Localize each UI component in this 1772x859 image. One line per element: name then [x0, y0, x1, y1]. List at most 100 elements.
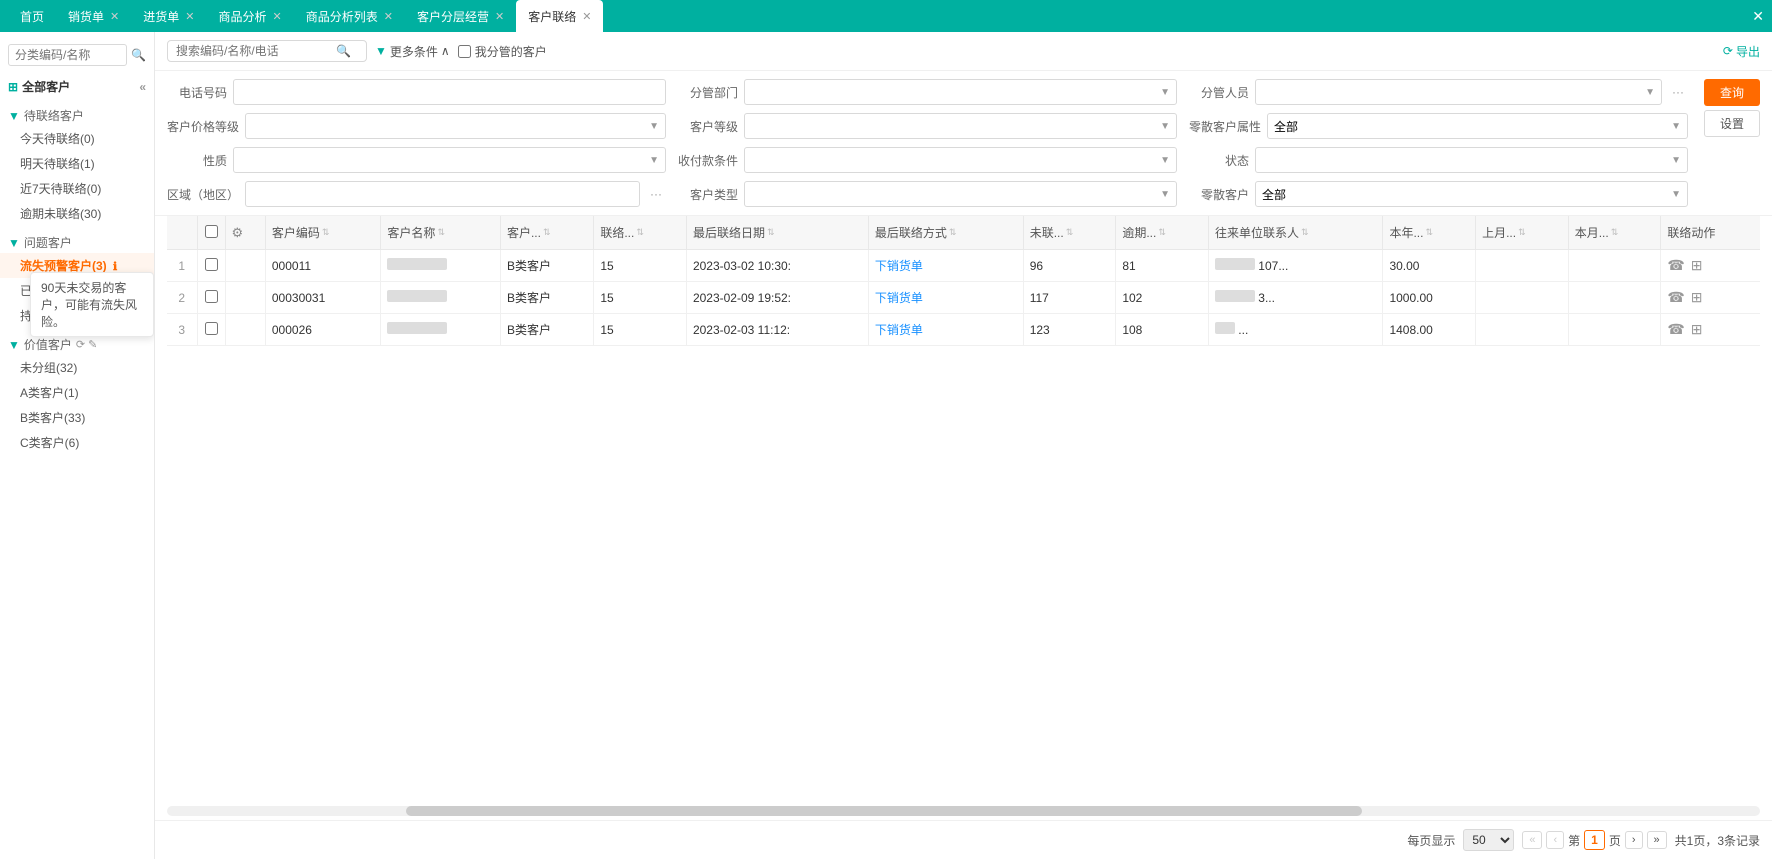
type-sort-icon[interactable]: ⇅: [543, 227, 551, 238]
sidebar-item-overdue[interactable]: 逾期未联络(30): [0, 201, 154, 226]
filter-toggle-btn[interactable]: ▼ 更多条件 ∧: [375, 43, 450, 60]
filter-cust-level-select[interactable]: ▼: [744, 113, 1177, 139]
tab-sales-close[interactable]: ✕: [110, 10, 119, 23]
name-sort-icon[interactable]: ⇅: [437, 227, 445, 238]
tab-sales[interactable]: 销货单 ✕: [56, 0, 131, 32]
total-records-label: 共1页，3条记录: [1675, 832, 1760, 849]
tab-customer-seg-close[interactable]: ✕: [495, 10, 504, 23]
filter-nature-label: 性质: [167, 152, 227, 169]
toolbar-search-box: 🔍: [167, 40, 367, 62]
filter-price-level: 客户价格等级 ▼: [167, 113, 666, 139]
select-all-checkbox[interactable]: [205, 225, 218, 238]
last-page-btn[interactable]: »: [1647, 831, 1667, 849]
page-size-select[interactable]: 50 20 100: [1463, 829, 1514, 851]
tab-purchase-close[interactable]: ✕: [185, 10, 194, 23]
toolbar-search-icon[interactable]: 🔍: [336, 44, 351, 58]
toolbar-search-input[interactable]: [176, 44, 336, 58]
table-container: ⚙ 客户编码⇅ 客户名称⇅ 客户...⇅ 联络...⇅: [155, 216, 1772, 802]
query-button[interactable]: 查询: [1704, 79, 1760, 106]
tab-customer-contact-close[interactable]: ✕: [582, 10, 591, 23]
tab-analysis-list-close[interactable]: ✕: [384, 10, 393, 23]
next-page-btn[interactable]: ›: [1625, 831, 1643, 849]
filter-region-select[interactable]: [245, 181, 640, 207]
th-checkbox: [197, 216, 225, 250]
th-contact: 联络...⇅: [594, 216, 687, 250]
tab-analysis-list[interactable]: 商品分析列表 ✕: [294, 0, 405, 32]
th-settings[interactable]: ⚙: [225, 216, 265, 250]
filter-manager-select[interactable]: ▼: [1255, 79, 1662, 105]
last-date-sort-icon[interactable]: ⇅: [767, 227, 775, 238]
sidebar-item-ungroup[interactable]: 未分组(32): [0, 355, 154, 380]
first-page-btn[interactable]: «: [1522, 831, 1542, 849]
my-customers-checkbox[interactable]: [458, 45, 471, 58]
filter-retail-attr-select[interactable]: 全部 ▼: [1267, 113, 1688, 139]
filter-status-select[interactable]: ▼: [1255, 147, 1688, 173]
table-header-row: ⚙ 客户编码⇅ 客户名称⇅ 客户...⇅ 联络...⇅: [167, 216, 1760, 250]
sidebar-collapse-icon[interactable]: «: [139, 80, 146, 94]
settings-button[interactable]: 设置: [1704, 110, 1760, 137]
overdue-sort-icon[interactable]: ⇅: [1158, 227, 1166, 238]
filter-retail-select[interactable]: 全部 ▼: [1255, 181, 1688, 207]
export-btn[interactable]: ⟳ 导出: [1723, 43, 1760, 60]
window-close-icon[interactable]: ✕: [1752, 8, 1764, 25]
sidebar-value-section: ▼ 价值客户 ⟳ ✎ 未分组(32) A类客户(1) B类客户(33) C类客户…: [0, 332, 154, 455]
all-customers-title[interactable]: ⊞ 全部客户 «: [0, 74, 154, 99]
row2-method-link[interactable]: 下销货单: [875, 291, 923, 305]
row3-method-link[interactable]: 下销货单: [875, 323, 923, 337]
sidebar-search-input[interactable]: [8, 44, 127, 66]
unit-sort-icon[interactable]: ⇅: [1301, 227, 1309, 238]
sidebar-item-7days[interactable]: 近7天待联络(0): [0, 176, 154, 201]
filter-payment-select[interactable]: ▼: [744, 147, 1177, 173]
row3-unit-contact: ...: [1208, 314, 1383, 346]
sidebar-item-class-c[interactable]: C类客户(6): [0, 430, 154, 455]
filter-retail-attr: 零散客户属性 全部 ▼: [1189, 113, 1688, 139]
filter-region-more[interactable]: ···: [646, 187, 666, 201]
last-method-sort-icon[interactable]: ⇅: [949, 227, 957, 238]
row1-checkbox[interactable]: [205, 258, 218, 271]
tab-analysis[interactable]: 商品分析 ✕: [206, 0, 293, 32]
row3-action-phone[interactable]: ☎: [1667, 321, 1684, 338]
tab-customer-seg[interactable]: 客户分层经营 ✕: [405, 0, 516, 32]
code-sort-icon[interactable]: ⇅: [322, 227, 330, 238]
manager-select-arrow: ▼: [1645, 87, 1655, 98]
row3-checkbox[interactable]: [205, 322, 218, 335]
tab-analysis-close[interactable]: ✕: [273, 10, 282, 23]
sidebar-item-class-a[interactable]: A类客户(1): [0, 380, 154, 405]
tab-customer-contact[interactable]: 客户联络 ✕: [516, 0, 603, 32]
filter-nature-select[interactable]: ▼: [233, 147, 666, 173]
row2-action-menu[interactable]: ⊞: [1691, 289, 1703, 306]
filter-phone-input[interactable]: [233, 79, 666, 105]
sidebar-problem-header[interactable]: ▼ 问题客户: [0, 230, 154, 253]
contact-sort-icon[interactable]: ⇅: [636, 227, 644, 238]
row2-action-phone[interactable]: ☎: [1667, 289, 1684, 306]
prev-page-btn[interactable]: ‹: [1546, 831, 1564, 849]
filter-dept-label: 分管部门: [678, 84, 738, 101]
filter-actions: 查询 设置: [1704, 79, 1760, 207]
lmonth-sort-icon[interactable]: ⇅: [1518, 227, 1526, 238]
tab-purchase[interactable]: 进货单 ✕: [131, 0, 206, 32]
table-settings-icon[interactable]: ⚙: [232, 225, 244, 240]
tmonth-sort-icon[interactable]: ⇅: [1611, 227, 1619, 238]
row3-this-month: [1568, 314, 1661, 346]
scrollbar-thumb[interactable]: [406, 806, 1362, 816]
row1-last-month: [1476, 250, 1569, 282]
row1-action-menu[interactable]: ⊞: [1691, 257, 1703, 274]
sidebar-item-class-b[interactable]: B类客户(33): [0, 405, 154, 430]
sidebar-item-today[interactable]: 今天待联络(0): [0, 126, 154, 151]
row3-contact: 15: [594, 314, 687, 346]
sidebar-item-tomorrow[interactable]: 明天待联络(1): [0, 151, 154, 176]
row1-action-phone[interactable]: ☎: [1667, 257, 1684, 274]
horizontal-scrollbar[interactable]: [167, 806, 1760, 816]
row3-action-menu[interactable]: ⊞: [1691, 321, 1703, 338]
row1-method-link[interactable]: 下销货单: [875, 259, 923, 273]
row2-checkbox[interactable]: [205, 290, 218, 303]
filter-price-select[interactable]: ▼: [245, 113, 666, 139]
year-sort-icon[interactable]: ⇅: [1425, 227, 1433, 238]
not-contacted-sort-icon[interactable]: ⇅: [1066, 227, 1074, 238]
filter-cust-type-select[interactable]: ▼: [744, 181, 1177, 207]
filter-manager-more[interactable]: ···: [1668, 85, 1688, 99]
tab-home[interactable]: 首页: [8, 0, 56, 32]
sidebar-pending-header[interactable]: ▼ 待联络客户: [0, 103, 154, 126]
row1-this-month: [1568, 250, 1661, 282]
filter-dept-select[interactable]: ▼: [744, 79, 1177, 105]
